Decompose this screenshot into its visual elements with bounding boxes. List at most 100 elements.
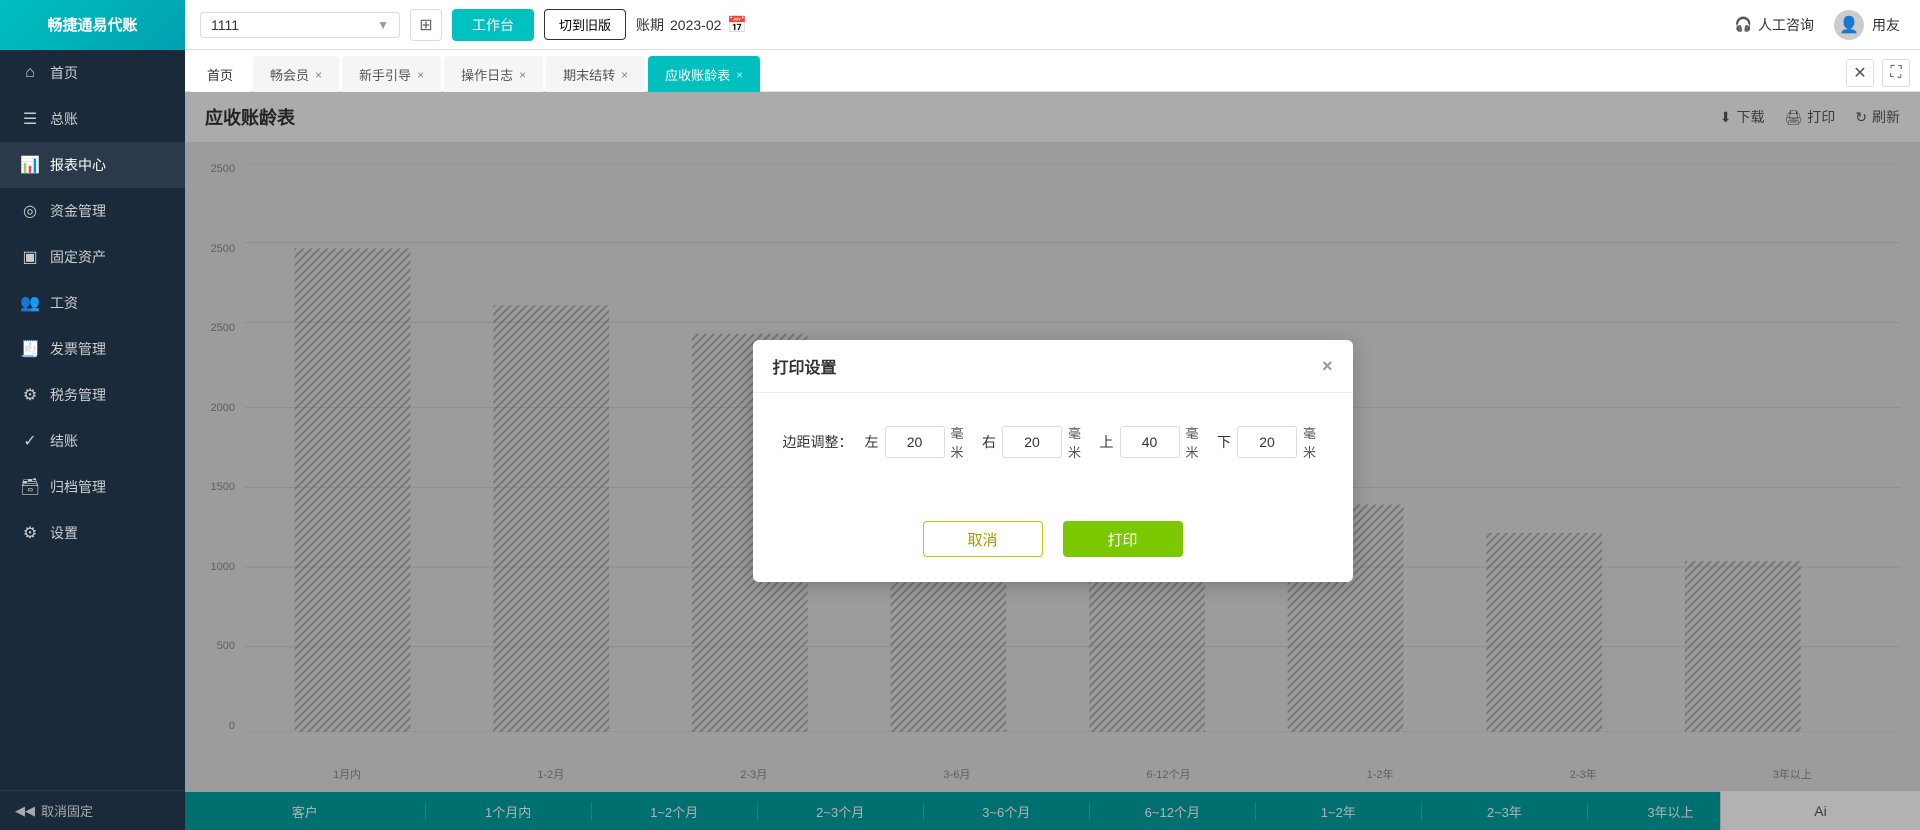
sidebar-item-payroll[interactable]: 👥 工资 bbox=[0, 280, 185, 326]
tab-home-label: 首页 bbox=[207, 65, 233, 84]
reports-icon: 📊 bbox=[20, 155, 40, 175]
tab-home[interactable]: 首页 bbox=[190, 56, 250, 92]
margin-top-input[interactable] bbox=[1120, 426, 1180, 458]
sidebar-item-ledger[interactable]: ☰ 总账 bbox=[0, 96, 185, 142]
sidebar-item-reports[interactable]: 📊 报表中心 bbox=[0, 142, 185, 188]
sidebar-item-label: 资金管理 bbox=[50, 201, 106, 221]
header: 畅捷通易代账 1111 ▼ ⊞ 工作台 切到旧版 账期 2023-02 📅 🎧 … bbox=[0, 0, 1920, 50]
switch-version-button[interactable]: 切到旧版 bbox=[544, 9, 626, 40]
sidebar-item-label: 发票管理 bbox=[50, 339, 106, 359]
modal-close-button[interactable]: × bbox=[1322, 357, 1333, 375]
settings-icon: ⚙ bbox=[20, 523, 40, 543]
header-middle: 1111 ▼ ⊞ 工作台 切到旧版 账期 2023-02 📅 bbox=[185, 9, 1735, 41]
margin-top-unit: 毫米 bbox=[1186, 423, 1206, 461]
print-settings-modal: 打印设置 × 边距调整： 左 毫米 右 bbox=[753, 340, 1353, 582]
tab-log[interactable]: 操作日志 × bbox=[444, 56, 543, 92]
tab-bar: 首页 畅会员 × 新手引导 × 操作日志 × 期末结转 × 应收账龄表 × bbox=[185, 50, 1920, 92]
tab-log-label: 操作日志 bbox=[461, 65, 513, 84]
logo-text: 畅捷通易代账 bbox=[47, 14, 137, 35]
sidebar-item-label: 设置 bbox=[50, 523, 78, 543]
sidebar-scroll: ⌂ 首页 ☰ 总账 📊 报表中心 ◎ 资金管理 ▣ 固定资产 👥 工资 bbox=[0, 50, 185, 790]
company-name: 1111 bbox=[211, 17, 369, 33]
logo: 畅捷通易代账 bbox=[0, 0, 185, 50]
margin-bottom-unit: 毫米 bbox=[1303, 423, 1323, 461]
margin-right-input[interactable] bbox=[1002, 426, 1062, 458]
tab-guide[interactable]: 新手引导 × bbox=[342, 56, 441, 92]
margin-bottom-group: 下 毫米 bbox=[1217, 423, 1323, 461]
tab-period-end-label: 期末结转 bbox=[563, 65, 615, 84]
sidebar-item-home[interactable]: ⌂ 首页 bbox=[0, 50, 185, 96]
cancel-button[interactable]: 取消 bbox=[923, 521, 1043, 557]
margin-left-direction: 左 bbox=[865, 432, 879, 452]
period-value: 2023-02 bbox=[670, 17, 721, 33]
print-confirm-button[interactable]: 打印 bbox=[1063, 521, 1183, 557]
tab-aging-label: 应收账龄表 bbox=[665, 65, 730, 84]
settlement-icon: ✓ bbox=[20, 431, 40, 451]
headset-icon: 🎧 bbox=[1735, 16, 1752, 33]
dropdown-arrow-icon: ▼ bbox=[377, 18, 389, 32]
header-right: 🎧 人工咨询 👤 用友 bbox=[1735, 10, 1920, 40]
sidebar-item-label: 归档管理 bbox=[50, 477, 106, 497]
company-selector[interactable]: 1111 ▼ bbox=[200, 12, 400, 38]
modal-footer: 取消 打印 bbox=[753, 511, 1353, 582]
archive-icon: 🗃 bbox=[20, 477, 40, 497]
payroll-icon: 👥 bbox=[20, 293, 40, 313]
sidebar-item-settlement[interactable]: ✓ 结账 bbox=[0, 418, 185, 464]
margin-top-direction: 上 bbox=[1100, 432, 1114, 452]
tab-guide-close[interactable]: × bbox=[417, 68, 424, 82]
sidebar-item-label: 税务管理 bbox=[50, 385, 106, 405]
consulting-button[interactable]: 🎧 人工咨询 bbox=[1735, 15, 1814, 35]
margin-right-direction: 右 bbox=[982, 432, 996, 452]
sidebar-item-invoice[interactable]: 🧾 发票管理 bbox=[0, 326, 185, 372]
margin-left-input[interactable] bbox=[885, 426, 945, 458]
calendar-icon[interactable]: 📅 bbox=[727, 15, 747, 35]
sidebar-collapse[interactable]: ◀◀ 取消固定 bbox=[0, 790, 185, 830]
tab-aging-close[interactable]: × bbox=[736, 68, 743, 82]
assets-icon: ▣ bbox=[20, 247, 40, 267]
workbench-button[interactable]: 工作台 bbox=[452, 9, 534, 41]
tab-member[interactable]: 畅会员 × bbox=[253, 56, 339, 92]
main-layout: ⌂ 首页 ☰ 总账 📊 报表中心 ◎ 资金管理 ▣ 固定资产 👥 工资 bbox=[0, 50, 1920, 830]
collapse-icon: ◀◀ bbox=[15, 803, 35, 819]
sidebar-item-tax[interactable]: ⚙ 税务管理 bbox=[0, 372, 185, 418]
user-area[interactable]: 👤 用友 bbox=[1834, 10, 1900, 40]
modal-title: 打印设置 bbox=[773, 354, 837, 378]
margin-right-group: 右 毫米 bbox=[982, 423, 1088, 461]
tax-icon: ⚙ bbox=[20, 385, 40, 405]
tab-member-close[interactable]: × bbox=[315, 68, 322, 82]
maximize-button[interactable]: ⛶ bbox=[1882, 59, 1910, 87]
modal-overlay: 打印设置 × 边距调整： 左 毫米 右 bbox=[185, 92, 1920, 830]
sidebar-item-label: 结账 bbox=[50, 431, 78, 451]
tab-period-end[interactable]: 期末结转 × bbox=[546, 56, 645, 92]
sidebar-item-settings[interactable]: ⚙ 设置 bbox=[0, 510, 185, 556]
user-label: 用友 bbox=[1872, 15, 1900, 35]
consulting-label: 人工咨询 bbox=[1758, 15, 1814, 35]
close-window-button[interactable]: ✕ bbox=[1846, 59, 1874, 87]
sidebar-item-label: 总账 bbox=[50, 109, 78, 129]
tab-aging[interactable]: 应收账龄表 × bbox=[648, 56, 760, 92]
period-label: 账期 bbox=[636, 15, 664, 35]
sidebar-item-archive[interactable]: 🗃 归档管理 bbox=[0, 464, 185, 510]
home-icon: ⌂ bbox=[20, 64, 40, 82]
finance-icon: ◎ bbox=[20, 201, 40, 221]
sidebar-item-assets[interactable]: ▣ 固定资产 bbox=[0, 234, 185, 280]
invoice-icon: 🧾 bbox=[20, 339, 40, 359]
copy-icon[interactable]: ⊞ bbox=[410, 9, 442, 41]
margin-label: 边距调整： bbox=[783, 432, 853, 452]
tab-log-close[interactable]: × bbox=[519, 68, 526, 82]
margin-top-group: 上 毫米 bbox=[1100, 423, 1206, 461]
tab-bar-right: ✕ ⛶ bbox=[1836, 59, 1920, 91]
margin-bottom-input[interactable] bbox=[1237, 426, 1297, 458]
sidebar-item-label: 工资 bbox=[50, 293, 78, 313]
modal-body: 边距调整： 左 毫米 右 毫米 bbox=[753, 393, 1353, 511]
margin-left-group: 左 毫米 bbox=[865, 423, 971, 461]
content-area: 首页 畅会员 × 新手引导 × 操作日志 × 期末结转 × 应收账龄表 × bbox=[185, 50, 1920, 830]
margin-row: 边距调整： 左 毫米 右 毫米 bbox=[783, 423, 1323, 461]
margin-right-unit: 毫米 bbox=[1068, 423, 1088, 461]
sidebar-item-label: 首页 bbox=[50, 63, 78, 83]
sidebar-item-finance[interactable]: ◎ 资金管理 bbox=[0, 188, 185, 234]
sidebar-item-label: 报表中心 bbox=[50, 155, 106, 175]
collapse-label: 取消固定 bbox=[41, 801, 93, 820]
tab-period-end-close[interactable]: × bbox=[621, 68, 628, 82]
tab-guide-label: 新手引导 bbox=[359, 65, 411, 84]
